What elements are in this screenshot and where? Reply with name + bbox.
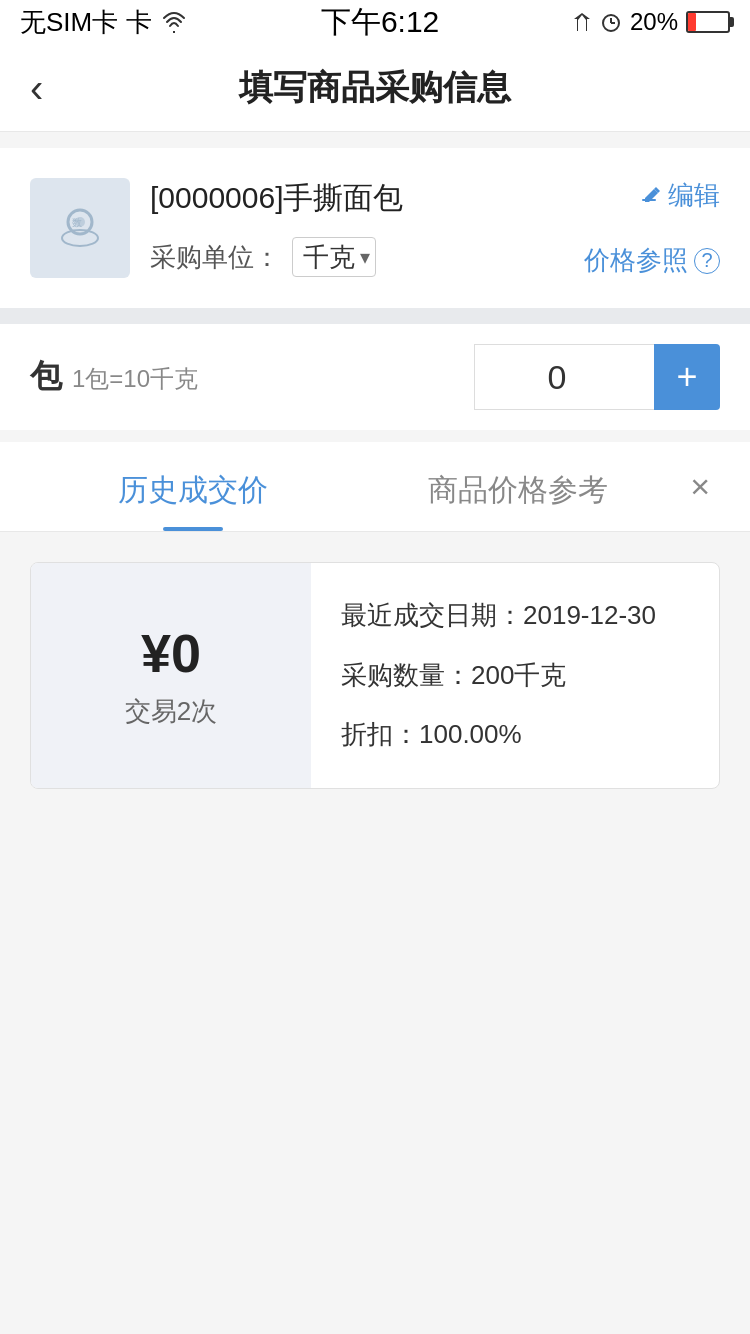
transaction-count: 交易2次 (125, 694, 217, 729)
edit-button[interactable]: 编辑 (640, 178, 720, 213)
recent-date-label: 最近成交日期： (341, 600, 523, 630)
unit-label: 采购单位： (150, 240, 280, 275)
wifi-icon (160, 11, 188, 33)
status-right: 20% (572, 8, 730, 36)
sim-icon: 卡 (126, 5, 152, 40)
transaction-discount: 折扣：100.00% (341, 714, 689, 756)
product-name: [0000006]手撕面包 (150, 178, 403, 219)
price-ref-button[interactable]: 价格参照 ? (584, 243, 720, 278)
product-unit-row: 采购单位： 千克 包 (150, 237, 403, 277)
alarm-icon (600, 11, 622, 33)
product-left: 数 [0000006]手撕面包 采购单位： 千克 包 (30, 178, 403, 278)
unit-select[interactable]: 千克 包 (292, 237, 376, 277)
quantity-conversion: 1包=10千克 (72, 363, 198, 395)
quantity-input[interactable] (474, 344, 654, 410)
unit-select-wrapper[interactable]: 千克 包 (292, 237, 376, 277)
product-card: 数 [0000006]手撕面包 采购单位： 千克 包 (0, 148, 750, 308)
edit-label: 编辑 (668, 178, 720, 213)
recent-date-value: 2019-12-30 (523, 600, 656, 630)
section-divider (0, 308, 750, 324)
page-title: 填写商品采购信息 (239, 65, 511, 111)
tab-price-ref[interactable]: 商品价格参考 (355, 442, 680, 531)
transaction-recent-date: 最近成交日期：2019-12-30 (341, 595, 689, 637)
svg-text:数: 数 (72, 217, 82, 228)
quantity-input-group: + (474, 344, 720, 410)
help-icon: ? (694, 248, 720, 274)
transaction-right: 最近成交日期：2019-12-30 采购数量：200千克 折扣：100.00% (311, 563, 719, 788)
transaction-purchase-qty: 采购数量：200千克 (341, 655, 689, 697)
product-image: 数 (30, 178, 130, 278)
transaction-list: ¥0 交易2次 最近成交日期：2019-12-30 采购数量：200千克 折扣：… (0, 532, 750, 819)
battery-icon (686, 11, 730, 33)
nav-bar: ‹ 填写商品采购信息 (0, 44, 750, 132)
back-button[interactable]: ‹ (30, 68, 43, 108)
transaction-price: ¥0 (141, 622, 201, 684)
price-ref-label: 价格参照 (584, 243, 688, 278)
tabs-container: 历史成交价 商品价格参考 × ¥0 交易2次 最近成交日期：2019-12-30… (0, 442, 750, 1132)
product-top: 数 [0000006]手撕面包 采购单位： 千克 包 (30, 178, 720, 278)
status-bar: 无SIM卡 卡 下午6:12 20% (0, 0, 750, 44)
status-time: 下午6:12 (321, 2, 439, 43)
svg-point-5 (62, 230, 98, 246)
carrier-text: 无SIM卡 (20, 5, 118, 40)
discount-value: 100.00% (419, 719, 522, 749)
tab-history-price[interactable]: 历史成交价 (30, 442, 355, 531)
location-icon (572, 11, 592, 33)
purchase-qty-value: 200千克 (471, 660, 566, 690)
status-left: 无SIM卡 卡 (20, 5, 188, 40)
quantity-add-button[interactable]: + (654, 344, 720, 410)
main-content: ¥0 交易2次 最近成交日期：2019-12-30 采购数量：200千克 折扣：… (0, 532, 750, 1132)
close-tab-button[interactable]: × (680, 457, 720, 516)
tabs-header: 历史成交价 商品价格参考 × (0, 442, 750, 532)
transaction-card: ¥0 交易2次 最近成交日期：2019-12-30 采购数量：200千克 折扣：… (30, 562, 720, 789)
product-actions: 编辑 价格参照 ? (584, 178, 720, 278)
quantity-label: 包 1包=10千克 (30, 355, 198, 399)
quantity-row: 包 1包=10千克 + (0, 324, 750, 430)
transaction-left: ¥0 交易2次 (31, 563, 311, 788)
discount-label: 折扣： (341, 719, 419, 749)
quantity-unit: 包 (30, 355, 62, 399)
battery-percent: 20% (630, 8, 678, 36)
product-info: [0000006]手撕面包 采购单位： 千克 包 (150, 178, 403, 277)
purchase-qty-label: 采购数量： (341, 660, 471, 690)
edit-icon (640, 185, 662, 207)
